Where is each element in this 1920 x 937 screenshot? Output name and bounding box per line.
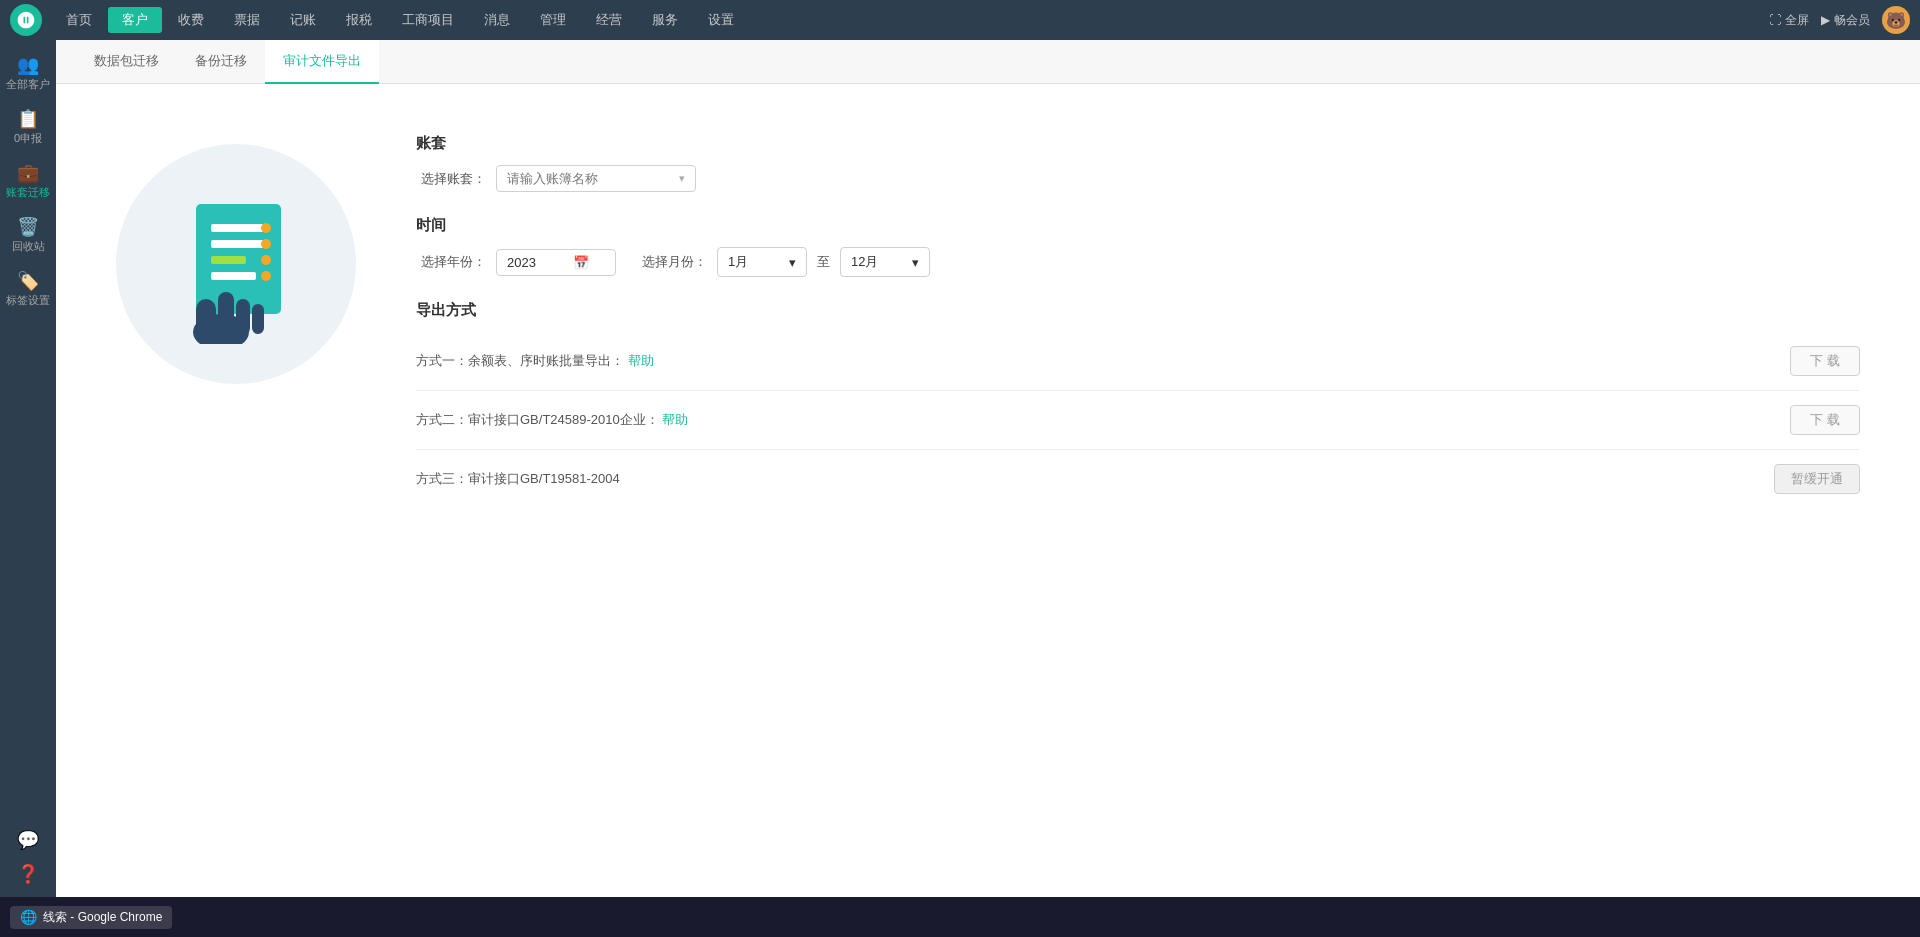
export-method-1: 方式一：余额表、序时账批量导出： 帮助 下 载 [416, 332, 1860, 391]
help-link-1[interactable]: 帮助 [628, 353, 654, 368]
tab-audit-export[interactable]: 审计文件导出 [265, 40, 379, 84]
illustration-area [116, 124, 356, 857]
time-separator: 至 [817, 253, 830, 271]
account-migration-icon: 💼 [17, 164, 39, 182]
svg-rect-2 [211, 240, 266, 248]
svg-point-6 [261, 239, 271, 249]
sidebar-item-recycle[interactable]: 🗑️ 回收站 [2, 210, 54, 262]
svg-point-7 [261, 255, 271, 265]
tab-backup-migration[interactable]: 备份迁移 [177, 40, 265, 84]
download-button-2[interactable]: 下 载 [1790, 405, 1860, 435]
account-section-title: 账套 [416, 134, 1860, 153]
chevron-down-icon-month-end: ▾ [912, 255, 919, 270]
chevron-down-icon: ▾ [679, 172, 685, 185]
page-content: 账套 选择账套： ▾ 时间 选择年份： [56, 84, 1920, 897]
export-label-1: 方式一：余额表、序时账批量导出： 帮助 [416, 352, 1790, 370]
nav-item-service[interactable]: 服务 [638, 7, 692, 33]
account-label: 选择账套： [416, 170, 486, 188]
sidebar-item-all-clients[interactable]: 👥 全部客户 [2, 48, 54, 100]
fullscreen-button[interactable]: ⛶ 全屏 [1769, 12, 1809, 29]
svg-rect-12 [236, 299, 250, 335]
nav-item-business[interactable]: 工商项目 [388, 7, 468, 33]
svg-rect-4 [211, 272, 256, 280]
month-label: 选择月份： [642, 253, 707, 271]
help-icon[interactable]: ❓ [17, 863, 39, 885]
export-method-2: 方式二：审计接口GB/T24589-2010企业： 帮助 下 载 [416, 391, 1860, 450]
export-label-3: 方式三：审计接口GB/T19581-2004 [416, 470, 1774, 488]
tabs-bar: 数据包迁移 备份迁移 审计文件导出 [56, 40, 1920, 84]
svg-point-8 [261, 271, 271, 281]
avatar[interactable]: 🐻 [1882, 6, 1910, 34]
top-navigation: 首页 客户 收费 票据 记账 报税 工商项目 消息 管理 经营 服务 设置 ⛶ … [0, 0, 1920, 40]
nav-items: 首页 客户 收费 票据 记账 报税 工商项目 消息 管理 经营 服务 设置 [52, 7, 1769, 33]
chevron-down-icon-month-start: ▾ [789, 255, 796, 270]
nav-item-invoice[interactable]: 票据 [220, 7, 274, 33]
fullscreen-icon: ⛶ [1769, 13, 1781, 27]
pending-button-3[interactable]: 暂缓开通 [1774, 464, 1860, 494]
label-settings-icon: 🏷️ [17, 272, 39, 290]
nav-item-accounting[interactable]: 记账 [276, 7, 330, 33]
download-button-1[interactable]: 下 载 [1790, 346, 1860, 376]
chrome-icon: 🌐 [20, 909, 37, 925]
export-method-3: 方式三：审计接口GB/T19581-2004 暂缓开通 [416, 450, 1860, 508]
account-form-row: 选择账套： ▾ [416, 165, 1860, 192]
svg-rect-3 [211, 256, 246, 264]
tab-data-migration[interactable]: 数据包迁移 [76, 40, 177, 84]
content-area: 数据包迁移 备份迁移 审计文件导出 [56, 40, 1920, 897]
nav-item-client[interactable]: 客户 [108, 7, 162, 33]
form-area: 账套 选择账套： ▾ 时间 选择年份： [416, 124, 1860, 857]
taskbar: 🌐 线索 - Google Chrome [0, 897, 1920, 937]
account-input[interactable] [507, 171, 679, 186]
year-input-wrapper[interactable]: 📅 [496, 249, 616, 276]
chat-icon[interactable]: 💬 [17, 829, 39, 851]
sidebar-bottom: 💬 ❓ [17, 829, 39, 885]
year-label: 选择年份： [416, 253, 486, 271]
svg-rect-1 [211, 224, 266, 232]
svg-point-5 [261, 223, 271, 233]
account-section: 账套 选择账套： ▾ [416, 134, 1860, 192]
help-link-2[interactable]: 帮助 [662, 412, 688, 427]
nav-item-fee[interactable]: 收费 [164, 7, 218, 33]
app-logo [10, 4, 42, 36]
nav-item-manage[interactable]: 管理 [526, 7, 580, 33]
member-button[interactable]: ▶ 畅会员 [1821, 12, 1870, 29]
month-start-select[interactable]: 1月 ▾ [717, 247, 807, 277]
calendar-icon: 📅 [573, 255, 589, 270]
member-icon: ▶ [1821, 13, 1830, 27]
nav-item-tax[interactable]: 报税 [332, 7, 386, 33]
export-label-2: 方式二：审计接口GB/T24589-2010企业： 帮助 [416, 411, 1790, 429]
sidebar: 👥 全部客户 📋 0申报 💼 账套迁移 🗑️ 回收站 🏷️ 标签设置 💬 ❓ [0, 40, 56, 897]
time-section-title: 时间 [416, 216, 1860, 235]
svg-rect-11 [218, 292, 234, 336]
month-end-select[interactable]: 12月 ▾ [840, 247, 930, 277]
taskbar-item-label: 线索 - Google Chrome [43, 909, 162, 926]
nav-item-message[interactable]: 消息 [470, 7, 524, 33]
illustration-circle [116, 144, 356, 384]
svg-rect-10 [196, 299, 216, 337]
sidebar-item-label-settings[interactable]: 🏷️ 标签设置 [2, 264, 54, 316]
nav-right-area: ⛶ 全屏 ▶ 畅会员 🐻 [1769, 6, 1910, 34]
sidebar-item-zero-declare[interactable]: 📋 0申报 [2, 102, 54, 154]
all-clients-icon: 👥 [17, 56, 39, 74]
nav-item-home[interactable]: 首页 [52, 7, 106, 33]
recycle-icon: 🗑️ [17, 218, 39, 236]
export-section: 导出方式 方式一：余额表、序时账批量导出： 帮助 下 载 方式二：审计接口GB/… [416, 301, 1860, 508]
document-illustration [166, 184, 306, 344]
time-form-row: 选择年份： 📅 选择月份： 1月 ▾ 至 12月 [416, 247, 1860, 277]
nav-item-settings[interactable]: 设置 [694, 7, 748, 33]
zero-declare-icon: 📋 [17, 110, 39, 128]
svg-rect-13 [252, 304, 264, 334]
sidebar-item-account-migration[interactable]: 💼 账套迁移 [2, 156, 54, 208]
nav-item-operate[interactable]: 经营 [582, 7, 636, 33]
time-section: 时间 选择年份： 📅 选择月份： 1月 ▾ 至 [416, 216, 1860, 277]
export-section-title: 导出方式 [416, 301, 1860, 320]
account-select[interactable]: ▾ [496, 165, 696, 192]
taskbar-chrome-item[interactable]: 🌐 线索 - Google Chrome [10, 906, 172, 929]
year-input[interactable] [507, 255, 567, 270]
main-layout: 👥 全部客户 📋 0申报 💼 账套迁移 🗑️ 回收站 🏷️ 标签设置 💬 ❓ 数… [0, 40, 1920, 897]
